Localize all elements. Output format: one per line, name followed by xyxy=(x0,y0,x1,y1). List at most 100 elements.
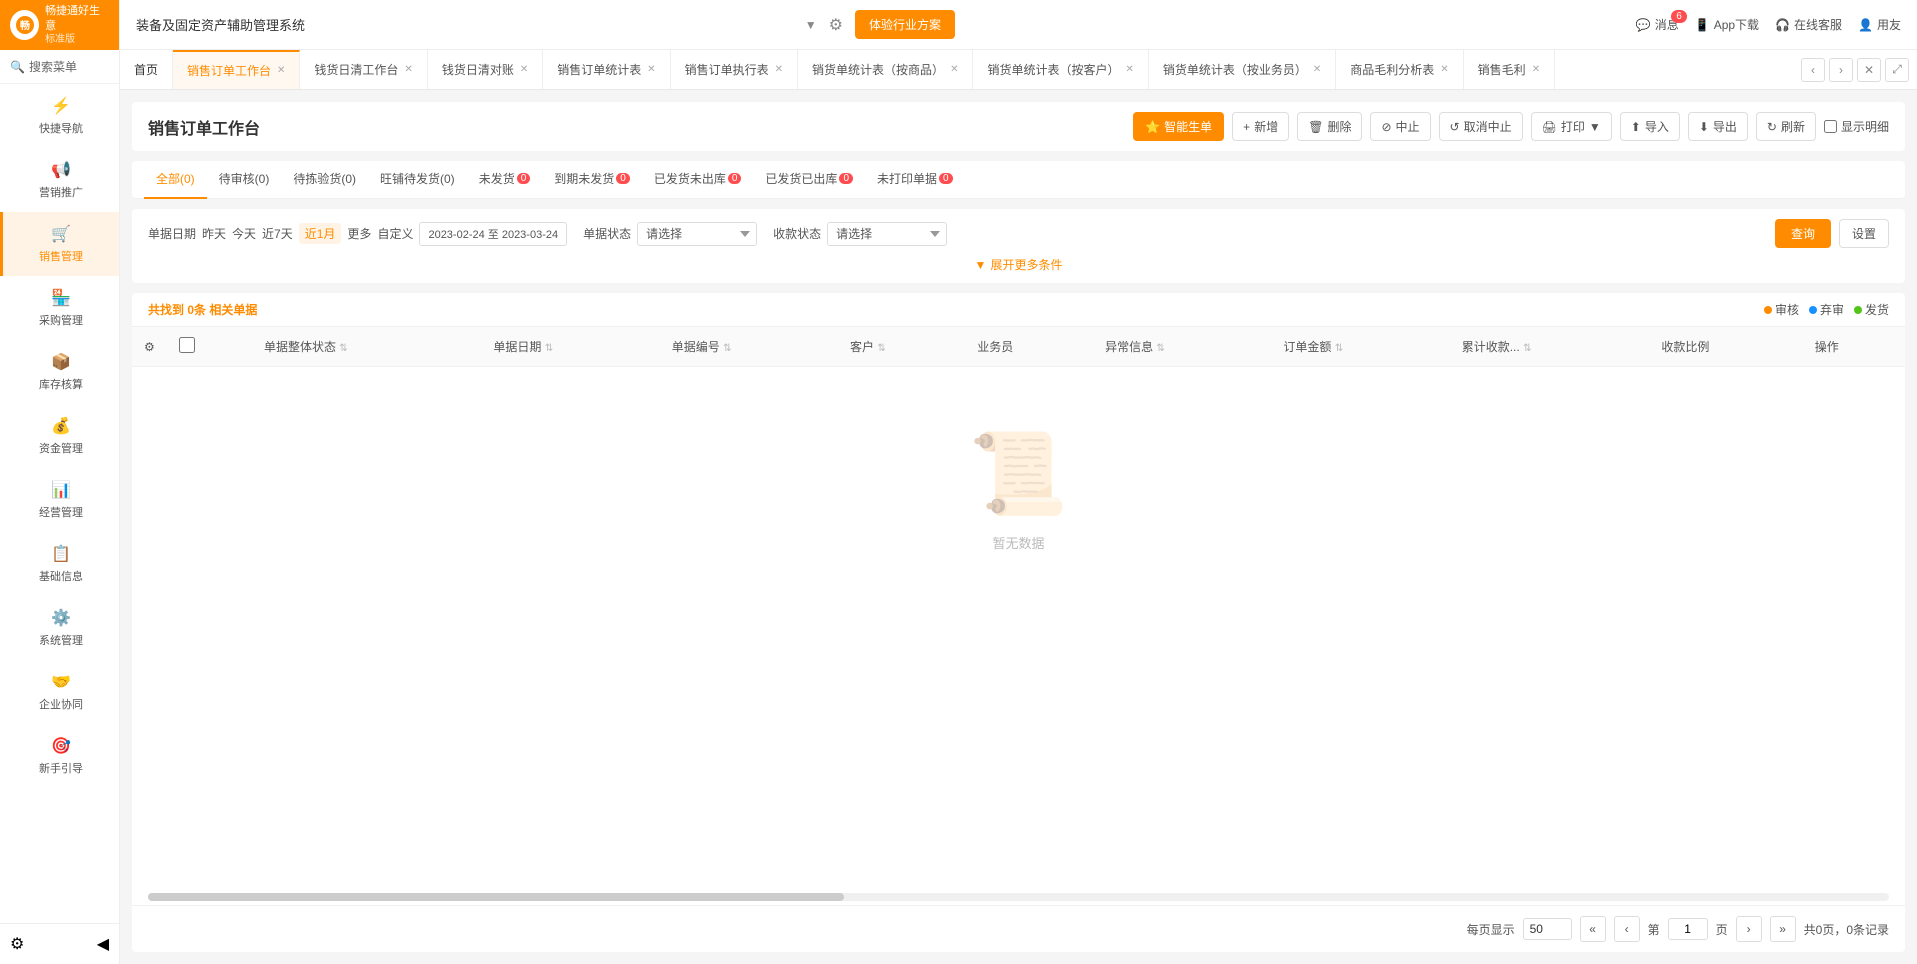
shortcut-yesterday[interactable]: 昨天 xyxy=(202,225,226,242)
tab-sales-by-staff[interactable]: 销货单统计表（按业务员） ✕ xyxy=(1149,50,1336,90)
status-sort-icon[interactable]: ⇅ xyxy=(339,343,347,354)
smart-create-btn[interactable]: ⭐ 智能生单 xyxy=(1133,112,1224,141)
tab-sales-stats-close[interactable]: ✕ xyxy=(647,64,655,75)
page-input[interactable] xyxy=(1668,918,1708,940)
online-service-item[interactable]: 🎧 在线客服 xyxy=(1775,16,1842,33)
subtab-shipped-not-out[interactable]: 已发货未出库0 xyxy=(642,161,754,199)
sidebar-item-finance[interactable]: 💰 资金管理 xyxy=(0,404,119,468)
sidebar-item-marketing[interactable]: 📢 营销推广 xyxy=(0,148,119,212)
tab-daily-cash-close[interactable]: ✕ xyxy=(404,64,412,75)
col-amount: 订单金额 ⇅ xyxy=(1271,327,1449,367)
last-page-btn[interactable]: » xyxy=(1770,916,1796,942)
tab-expand-btn[interactable]: ⤢ xyxy=(1885,58,1909,82)
review-action-btn[interactable]: 审核 xyxy=(1764,301,1799,318)
sidebar-item-inventory[interactable]: 📦 库存核算 xyxy=(0,340,119,404)
app-download-item[interactable]: 📱 App下载 xyxy=(1695,16,1759,33)
exception-sort-icon[interactable]: ⇅ xyxy=(1156,343,1164,354)
shortcut-more[interactable]: 更多 xyxy=(347,225,371,242)
sidebar-item-enterprise[interactable]: 🤝 企业协同 xyxy=(0,660,119,724)
tab-sales-gross[interactable]: 销售毛利 ✕ xyxy=(1464,50,1555,90)
sidebar-item-basic[interactable]: 📋 基础信息 xyxy=(0,532,119,596)
tab-sales-by-customer-close[interactable]: ✕ xyxy=(1125,64,1133,75)
subtab-not-shipped[interactable]: 未发货0 xyxy=(467,161,543,199)
expand-filter-btn[interactable]: ▼ 展开更多条件 xyxy=(975,256,1063,273)
cancel-pause-btn[interactable]: ↺ 取消中止 xyxy=(1439,112,1523,141)
tab-sales-stats[interactable]: 销售订单统计表 ✕ xyxy=(543,50,670,90)
tab-prev-btn[interactable]: ‹ xyxy=(1801,58,1825,82)
industry-solution-btn[interactable]: 体验行业方案 xyxy=(855,10,955,39)
amount-sort-icon[interactable]: ⇅ xyxy=(1335,343,1343,354)
tab-home[interactable]: 首页 xyxy=(120,50,173,90)
table-settings-col[interactable]: ⚙ xyxy=(132,327,167,367)
subtab-pending-verify[interactable]: 待拣验货(0) xyxy=(281,161,368,199)
sidebar-item-guide[interactable]: 🎯 新手引导 xyxy=(0,724,119,788)
shortcut-1month[interactable]: 近1月 xyxy=(299,223,342,244)
collapse-icon[interactable]: ◀ xyxy=(97,934,109,954)
per-page-select[interactable]: 50 10 20 100 xyxy=(1523,918,1572,940)
show-detail-label[interactable]: 显示明细 xyxy=(1824,118,1889,135)
tab-sales-by-staff-close[interactable]: ✕ xyxy=(1313,64,1321,75)
shortcut-7days[interactable]: 近7天 xyxy=(262,225,293,242)
tab-sales-workbench-close[interactable]: ✕ xyxy=(277,65,285,76)
sidebar-item-operations[interactable]: 📊 经营管理 xyxy=(0,468,119,532)
date-range-display[interactable]: 2023-02-24 至 2023-03-24 xyxy=(419,222,567,246)
pause-btn[interactable]: ⊘ 中止 xyxy=(1370,112,1430,141)
ship-action-btn[interactable]: 发货 xyxy=(1854,301,1889,318)
cancel-review-action-btn[interactable]: 弃审 xyxy=(1809,301,1844,318)
shortcut-today[interactable]: 今天 xyxy=(232,225,256,242)
tab-gross-margin[interactable]: 商品毛利分析表 ✕ xyxy=(1336,50,1463,90)
subtab-shipped-out[interactable]: 已发货已出库0 xyxy=(753,161,865,199)
tab-sales-gross-close[interactable]: ✕ xyxy=(1532,64,1540,75)
date-sort-icon[interactable]: ⇅ xyxy=(545,343,553,354)
tab-next-btn[interactable]: › xyxy=(1829,58,1853,82)
message-item[interactable]: 💬 消息 6 xyxy=(1636,16,1679,33)
export-btn[interactable]: ⬇ 导出 xyxy=(1688,112,1748,141)
shortcut-custom[interactable]: 自定义 xyxy=(377,225,413,242)
tab-gross-margin-close[interactable]: ✕ xyxy=(1440,64,1448,75)
settings-icon[interactable]: ⚙ xyxy=(10,934,24,954)
customer-sort-icon[interactable]: ⇅ xyxy=(877,343,885,354)
tab-sales-exec[interactable]: 销售订单执行表 ✕ xyxy=(671,50,798,90)
subtab-not-printed[interactable]: 未打印单据0 xyxy=(865,161,965,199)
subtab-overdue-not-shipped[interactable]: 到期未发货0 xyxy=(542,161,642,199)
refresh-btn[interactable]: ↻ 刷新 xyxy=(1756,112,1816,141)
number-sort-icon[interactable]: ⇅ xyxy=(723,343,731,354)
subtab-all[interactable]: 全部(0) xyxy=(144,161,207,199)
tab-sales-by-customer[interactable]: 销货单统计表（按客户） ✕ xyxy=(973,50,1148,90)
next-page-btn[interactable]: › xyxy=(1736,916,1762,942)
delete-btn[interactable]: 🗑 删除 xyxy=(1297,112,1362,141)
query-btn[interactable]: 查询 xyxy=(1775,219,1831,248)
subtab-pending-review[interactable]: 待审核(0) xyxy=(207,161,282,199)
topbar-dropdown-icon[interactable]: ▼ xyxy=(805,18,817,32)
add-btn[interactable]: + 新增 xyxy=(1232,112,1289,141)
sidebar-search-item[interactable]: 🔍 搜索菜单 xyxy=(0,50,119,84)
tab-cash-reconcile[interactable]: 钱货日清对账 ✕ xyxy=(428,50,543,90)
import-btn[interactable]: ⬆ 导入 xyxy=(1620,112,1680,141)
select-all-checkbox[interactable] xyxy=(179,337,195,353)
tab-sales-by-product-close[interactable]: ✕ xyxy=(950,64,958,75)
payment-select[interactable]: 请选择 xyxy=(827,222,947,246)
first-page-btn[interactable]: « xyxy=(1580,916,1606,942)
show-detail-checkbox[interactable] xyxy=(1824,120,1837,133)
tab-sales-workbench[interactable]: 销售订单工作台 ✕ xyxy=(173,50,300,90)
subtab-wangpu-pending[interactable]: 旺铺待发货(0) xyxy=(368,161,467,199)
sidebar-item-system[interactable]: ⚙️ 系统管理 xyxy=(0,596,119,660)
tab-sales-by-product[interactable]: 销货单统计表（按商品） ✕ xyxy=(798,50,973,90)
sidebar-item-purchase[interactable]: 🏪 采购管理 xyxy=(0,276,119,340)
tab-sales-exec-close[interactable]: ✕ xyxy=(775,64,783,75)
col-checkbox[interactable] xyxy=(167,327,252,367)
tab-close-all-btn[interactable]: ✕ xyxy=(1857,58,1881,82)
sidebar-item-quicknav[interactable]: ⚡ 快捷导航 xyxy=(0,84,119,148)
horizontal-scrollbar[interactable] xyxy=(148,893,1889,901)
tab-cash-reconcile-close[interactable]: ✕ xyxy=(520,64,528,75)
tab-daily-cash[interactable]: 钱货日清工作台 ✕ xyxy=(300,50,427,90)
collected-sort-icon[interactable]: ⇅ xyxy=(1523,343,1531,354)
status-select[interactable]: 请选择 xyxy=(637,222,757,246)
horizontal-scroll-thumb[interactable] xyxy=(148,893,844,901)
sidebar-item-sales[interactable]: 🛒 销售管理 xyxy=(0,212,119,276)
print-btn[interactable]: 🖨 打印 ▼ xyxy=(1531,112,1612,141)
user-item[interactable]: 👤 用友 xyxy=(1858,16,1901,33)
setting-btn[interactable]: 设置 xyxy=(1839,219,1889,248)
topbar-settings-icon[interactable]: ⚙ xyxy=(829,15,843,35)
prev-page-btn[interactable]: ‹ xyxy=(1614,916,1640,942)
